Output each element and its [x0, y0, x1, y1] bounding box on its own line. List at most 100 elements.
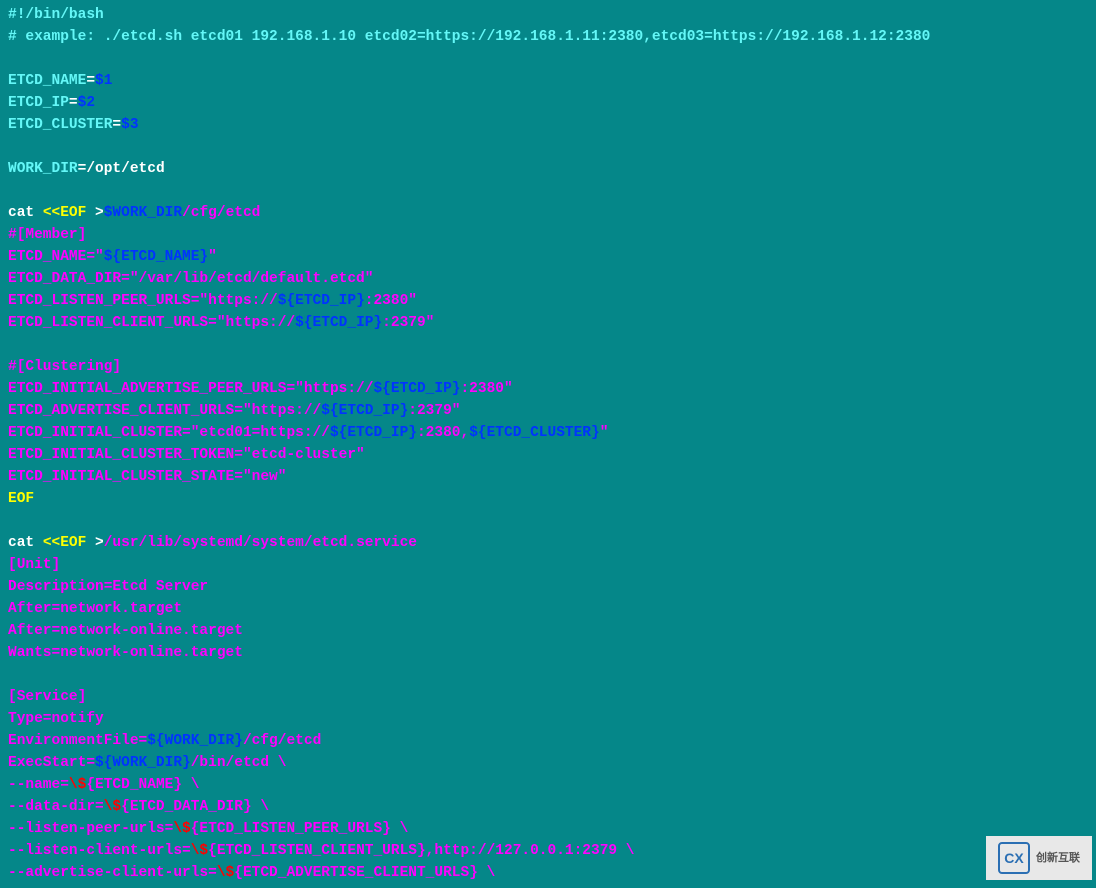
code-line: [8, 180, 1088, 202]
code-token: # example: ./etcd.sh etcd01 192.168.1.10…: [8, 29, 930, 45]
code-token: After=network.target: [8, 601, 182, 617]
code-line: WORK_DIR=/opt/etcd: [8, 158, 1088, 180]
code-token: ${WORK_DIR}: [147, 733, 243, 749]
code-line: #[Member]: [8, 224, 1088, 246]
code-token: =/opt/etcd: [78, 161, 165, 177]
code-token: ETCD_DATA_DIR="/var/lib/etcd/default.etc…: [8, 271, 373, 287]
code-token: cat: [8, 205, 43, 221]
code-line: #!/bin/bash: [8, 4, 1088, 26]
code-token: <<EOF: [43, 205, 95, 221]
code-token: ETCD_IP: [8, 95, 69, 111]
code-token: \$: [69, 777, 86, 793]
code-line: cat <<EOF >/usr/lib/systemd/system/etcd.…: [8, 532, 1088, 554]
code-token: [Unit]: [8, 557, 60, 573]
code-line: ETCD_INITIAL_CLUSTER_STATE="new": [8, 466, 1088, 488]
code-token: Type=notify: [8, 711, 104, 727]
code-token: ETCD_ADVERTISE_CLIENT_URLS="https://: [8, 403, 321, 419]
code-token: :2379": [408, 403, 460, 419]
code-token: ${WORK_DIR}: [95, 755, 191, 771]
code-token: $1: [95, 73, 112, 89]
code-token: ETCD_INITIAL_CLUSTER_TOKEN="etcd-cluster…: [8, 447, 365, 463]
code-line: After=network-online.target: [8, 620, 1088, 642]
code-token: \$: [104, 799, 121, 815]
code-token: ${ETCD_NAME}: [104, 249, 208, 265]
code-line: Type=notify: [8, 708, 1088, 730]
code-token: ETCD_LISTEN_CLIENT_URLS="https://: [8, 315, 295, 331]
watermark-text: 创新互联: [1036, 847, 1080, 869]
code-line: ETCD_IP=$2: [8, 92, 1088, 114]
code-token: ${ETCD_IP}: [278, 293, 365, 309]
code-line: After=network.target: [8, 598, 1088, 620]
code-token: --data-dir=: [8, 799, 104, 815]
code-token: ${ETCD_CLUSTER}: [469, 425, 600, 441]
code-token: $2: [78, 95, 95, 111]
code-line: [Unit]: [8, 554, 1088, 576]
code-token: #[Member]: [8, 227, 86, 243]
code-line: --name=\${ETCD_NAME} \: [8, 774, 1088, 796]
code-token: #[Clustering]: [8, 359, 121, 375]
code-token: --listen-peer-urls=: [8, 821, 173, 837]
code-token: ExecStart=: [8, 755, 95, 771]
code-line: [8, 334, 1088, 356]
code-token: {ETCD_ADVERTISE_CLIENT_URLS} \: [234, 865, 495, 881]
code-line: cat <<EOF >$WORK_DIR/cfg/etcd: [8, 202, 1088, 224]
code-token: #!/bin/bash: [8, 7, 104, 23]
code-token: ETCD_INITIAL_ADVERTISE_PEER_URLS="https:…: [8, 381, 373, 397]
watermark: CX 创新互联: [986, 836, 1092, 880]
code-token: >: [95, 535, 104, 551]
code-token: --listen-client-urls=: [8, 843, 191, 859]
code-token: \$: [217, 865, 234, 881]
code-line: [8, 48, 1088, 70]
code-token: \$: [191, 843, 208, 859]
code-line: ETCD_DATA_DIR="/var/lib/etcd/default.etc…: [8, 268, 1088, 290]
code-token: ETCD_NAME: [8, 73, 86, 89]
code-token: :2380": [460, 381, 512, 397]
code-token: --advertise-client-urls=: [8, 865, 217, 881]
code-token: ${ETCD_IP}: [295, 315, 382, 331]
code-token: :2379": [382, 315, 434, 331]
code-line: ETCD_NAME="${ETCD_NAME}": [8, 246, 1088, 268]
code-token: =: [69, 95, 78, 111]
code-token: --name=: [8, 777, 69, 793]
code-token: $3: [121, 117, 138, 133]
code-line: ETCD_INITIAL_ADVERTISE_PEER_URLS="https:…: [8, 378, 1088, 400]
code-line: [8, 664, 1088, 686]
code-line: ETCD_CLUSTER=$3: [8, 114, 1088, 136]
code-line: --advertise-client-urls=\${ETCD_ADVERTIS…: [8, 862, 1088, 884]
code-token: After=network-online.target: [8, 623, 243, 639]
code-token: cat: [8, 535, 43, 551]
code-token: ${ETCD_IP}: [321, 403, 408, 419]
code-token: ETCD_INITIAL_CLUSTER="etcd01=https://: [8, 425, 330, 441]
code-token: ETCD_CLUSTER: [8, 117, 112, 133]
code-token: ": [208, 249, 217, 265]
code-line: Description=Etcd Server: [8, 576, 1088, 598]
code-line: ExecStart=${WORK_DIR}/bin/etcd \: [8, 752, 1088, 774]
code-token: \$: [173, 821, 190, 837]
code-line: --listen-client-urls=\${ETCD_LISTEN_CLIE…: [8, 840, 1088, 862]
code-line: ETCD_INITIAL_CLUSTER="etcd01=https://${E…: [8, 422, 1088, 444]
code-line: --listen-peer-urls=\${ETCD_LISTEN_PEER_U…: [8, 818, 1088, 840]
code-line: [8, 136, 1088, 158]
code-line: --data-dir=\${ETCD_DATA_DIR} \: [8, 796, 1088, 818]
code-token: [Service]: [8, 689, 86, 705]
code-token: Wants=network-online.target: [8, 645, 243, 661]
code-token: Description=Etcd Server: [8, 579, 208, 595]
code-line: ETCD_LISTEN_PEER_URLS="https://${ETCD_IP…: [8, 290, 1088, 312]
code-token: >: [95, 205, 104, 221]
code-token: ": [600, 425, 609, 441]
code-token: EOF: [8, 491, 34, 507]
code-token: {ETCD_LISTEN_PEER_URLS} \: [191, 821, 409, 837]
code-line: ETCD_INITIAL_CLUSTER_TOKEN="etcd-cluster…: [8, 444, 1088, 466]
code-token: /cfg/etcd: [243, 733, 321, 749]
code-token: =: [112, 117, 121, 133]
code-line: #[Clustering]: [8, 356, 1088, 378]
code-line: EnvironmentFile=${WORK_DIR}/cfg/etcd: [8, 730, 1088, 752]
code-token: {ETCD_LISTEN_CLIENT_URLS},http://127.0.0…: [208, 843, 634, 859]
code-token: ETCD_INITIAL_CLUSTER_STATE="new": [8, 469, 286, 485]
code-token: ${ETCD_IP}: [330, 425, 417, 441]
code-token: :2380,: [417, 425, 469, 441]
code-token: /cfg/etcd: [182, 205, 260, 221]
code-token: :2380": [365, 293, 417, 309]
code-token: <<EOF: [43, 535, 95, 551]
code-line: Wants=network-online.target: [8, 642, 1088, 664]
